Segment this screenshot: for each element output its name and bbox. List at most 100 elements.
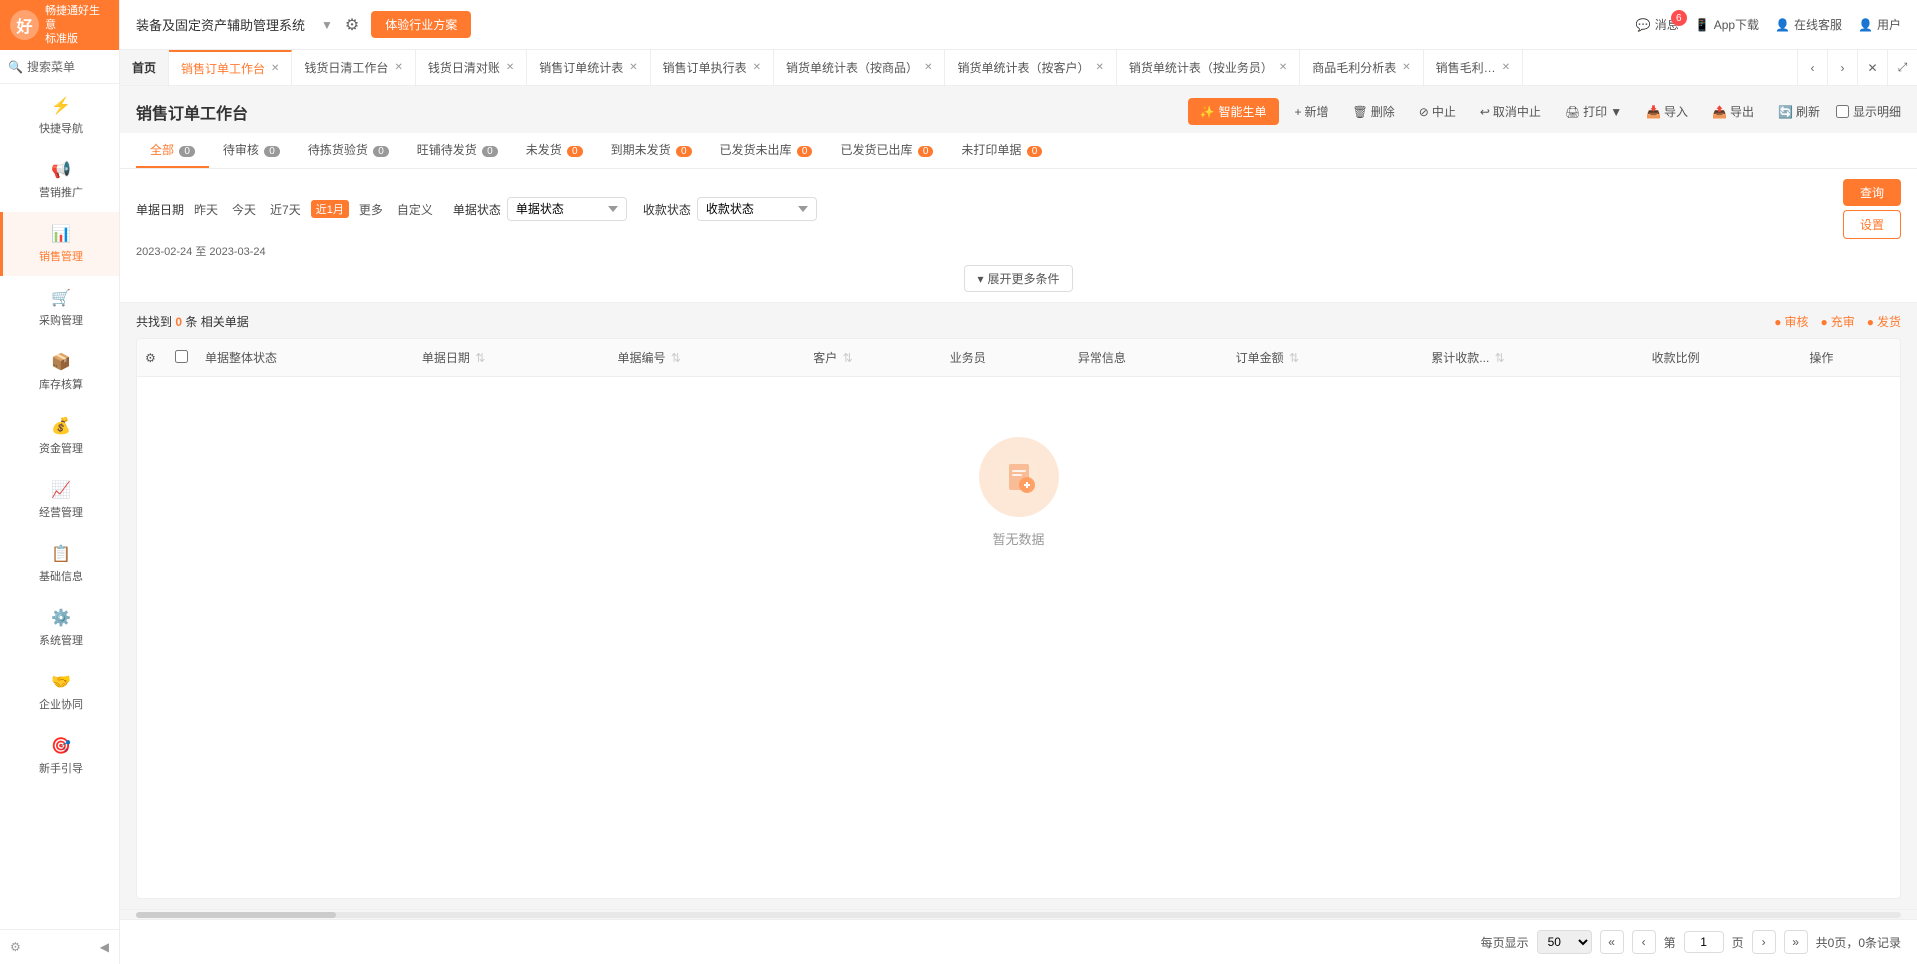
sidebar-item-marketing[interactable]: 📢 营销推广 (0, 148, 119, 212)
message-button[interactable]: 💬 消息 6 (1636, 16, 1679, 33)
subtab-pending-review[interactable]: 待审核 0 (209, 133, 294, 168)
ship-batch-btn[interactable]: ● 发货 (1867, 313, 1901, 330)
tab-sales-exec[interactable]: 销售订单执行表 ✕ (651, 50, 774, 86)
stop-button[interactable]: ⊘ 中止 (1411, 99, 1464, 124)
message-icon: 💬 (1636, 18, 1651, 32)
sidebar-item-sales[interactable]: 📊 销售管理 (0, 212, 119, 276)
tab-scroll-right[interactable]: › (1827, 50, 1857, 86)
per-page-select[interactable]: 50 10 20 100 (1537, 930, 1592, 954)
sidebar-item-quick[interactable]: ⚡ 快捷导航 (0, 84, 119, 148)
th-amount[interactable]: 订单金额 ⇅ (1228, 339, 1424, 377)
sidebar-item-inventory[interactable]: 📦 库存核算 (0, 340, 119, 404)
add-button[interactable]: + 新增 (1287, 99, 1337, 124)
print-button[interactable]: 🖨 打印 ▼ (1557, 99, 1630, 124)
tab-scroll-left[interactable]: ‹ (1797, 50, 1827, 86)
next-page-button[interactable]: › (1752, 930, 1776, 954)
tab-sales-by-product[interactable]: 销货单统计表（按商品） ✕ (774, 50, 945, 86)
tab-close-icon[interactable]: ✕ (506, 62, 514, 73)
subtab-not-printed[interactable]: 未打印单据 0 (947, 133, 1056, 168)
sidebar-item-finance[interactable]: 💰 资金管理 (0, 404, 119, 468)
collapse-icon[interactable]: ◀ (100, 940, 109, 954)
select-all-checkbox[interactable] (175, 350, 188, 363)
industry-solution-button[interactable]: 体验行业方案 (371, 11, 471, 38)
sidebar-search[interactable]: 🔍 搜索菜单 (0, 50, 119, 84)
import-button[interactable]: 📥 导入 (1638, 99, 1696, 124)
smart-create-button[interactable]: ✨ 智能生单 (1188, 98, 1279, 125)
tab-expand[interactable]: ⤢ (1887, 50, 1917, 86)
sidebar-item-enterprise[interactable]: 🤝 企业协同 (0, 660, 119, 724)
tab-close-all[interactable]: ✕ (1857, 50, 1887, 86)
review-batch-btn[interactable]: ● 审核 (1774, 313, 1808, 330)
payment-filter: 收款状态 收款状态 (643, 197, 817, 221)
gear-icon[interactable]: ⚙ (145, 351, 156, 365)
tab-home[interactable]: 首页 (120, 50, 169, 86)
delete-button[interactable]: 🗑 删除 (1345, 99, 1403, 124)
sidebar-item-operation[interactable]: 📈 经营管理 (0, 468, 119, 532)
last-page-button[interactable]: » (1784, 930, 1808, 954)
scrollbar-thumb[interactable] (136, 912, 336, 918)
th-customer[interactable]: 客户 ⇅ (805, 339, 942, 377)
date-option-1month[interactable]: 近1月 (311, 200, 349, 218)
th-number[interactable]: 单据编号 ⇅ (610, 339, 806, 377)
cancel-stop-button[interactable]: ↩ 取消中止 (1472, 99, 1549, 124)
horizontal-scrollbar[interactable] (120, 909, 1917, 919)
date-option-more[interactable]: 更多 (355, 199, 387, 220)
sidebar-item-basic[interactable]: 📋 基础信息 (0, 532, 119, 596)
settings-icon[interactable]: ⚙ (10, 940, 21, 954)
sidebar-item-purchase[interactable]: 🛒 采购管理 (0, 276, 119, 340)
th-received[interactable]: 累计收款... ⇅ (1423, 339, 1643, 377)
date-option-yesterday[interactable]: 昨天 (190, 199, 222, 220)
online-service-button[interactable]: 👤 在线客服 (1775, 16, 1842, 33)
date-option-7days[interactable]: 近7天 (266, 199, 305, 220)
th-date[interactable]: 单据日期 ⇅ (414, 339, 610, 377)
tab-close-icon[interactable]: ✕ (753, 62, 761, 73)
tab-sales-by-customer[interactable]: 销货单统计表（按客户） ✕ (945, 50, 1116, 86)
scrollbar-track (136, 912, 1901, 918)
prev-page-button[interactable]: ‹ (1632, 930, 1656, 954)
subtab-shipped-out[interactable]: 已发货已出库 0 (826, 133, 947, 168)
sidebar-item-system[interactable]: ⚙️ 系统管理 (0, 596, 119, 660)
sidebar-item-guide[interactable]: 🎯 新手引导 (0, 724, 119, 788)
tab-sales-by-staff[interactable]: 销货单统计表（按业务员） ✕ (1117, 50, 1300, 86)
tab-close-icon[interactable]: ✕ (1402, 62, 1410, 73)
tab-close-icon[interactable]: ✕ (394, 62, 402, 73)
unreviewed-batch-btn[interactable]: ● 充审 (1820, 313, 1854, 330)
show-detail-checkbox[interactable]: 显示明细 (1836, 103, 1901, 120)
show-detail-input[interactable] (1836, 105, 1849, 118)
tab-sales-gross[interactable]: 销售毛利… ✕ (1424, 50, 1523, 86)
tab-sales-workbench[interactable]: 销售订单工作台 ✕ (169, 50, 292, 86)
subtab-shipped-not-out[interactable]: 已发货未出库 0 (706, 133, 827, 168)
tab-gross-margin[interactable]: 商品毛利分析表 ✕ (1300, 50, 1423, 86)
user-menu-button[interactable]: 👤 用户 (1858, 16, 1901, 33)
date-option-custom[interactable]: 自定义 (393, 199, 437, 220)
page-input[interactable] (1684, 931, 1724, 953)
page-header: 销售订单工作台 ✨ 智能生单 + 新增 🗑 删除 ⊘ 中止 (120, 86, 1917, 133)
subtab-all[interactable]: 全部 0 (136, 133, 209, 168)
first-page-button[interactable]: « (1600, 930, 1624, 954)
refresh-button[interactable]: 🔄 刷新 (1770, 99, 1828, 124)
tab-cash-reconcile[interactable]: 钱货日清对账 ✕ (416, 50, 527, 86)
topbar-settings-icon[interactable]: ⚙ (345, 15, 359, 35)
tab-close-icon[interactable]: ✕ (924, 62, 932, 73)
query-button[interactable]: 查询 (1843, 179, 1901, 206)
tab-close-icon[interactable]: ✕ (1095, 62, 1103, 73)
tab-close-icon[interactable]: ✕ (629, 62, 637, 73)
subtab-wangpu-ship[interactable]: 旺铺待发货 0 (403, 133, 512, 168)
expand-button[interactable]: ▾ 展开更多条件 (964, 265, 1072, 292)
export-button[interactable]: 📤 导出 (1704, 99, 1762, 124)
tab-close-icon[interactable]: ✕ (1279, 62, 1287, 73)
set-button[interactable]: 设置 (1843, 210, 1901, 239)
subtab-overdue-not-shipped[interactable]: 到期未发货 0 (597, 133, 706, 168)
sidebar-item-label: 采购管理 (39, 312, 83, 328)
subtab-pending-inspect[interactable]: 待拣货验货 0 (294, 133, 403, 168)
status-select[interactable]: 单据状态 (507, 197, 627, 221)
topbar-dropdown-icon[interactable]: ▼ (321, 18, 333, 32)
payment-select[interactable]: 收款状态 (697, 197, 817, 221)
tab-sales-stats[interactable]: 销售订单统计表 ✕ (527, 50, 650, 86)
date-option-today[interactable]: 今天 (228, 199, 260, 220)
tab-cash-daily[interactable]: 钱货日清工作台 ✕ (292, 50, 415, 86)
tab-close-icon[interactable]: ✕ (271, 63, 279, 74)
tab-close-icon[interactable]: ✕ (1502, 62, 1510, 73)
subtab-not-shipped[interactable]: 未发货 0 (512, 133, 597, 168)
app-download-button[interactable]: 📱 App下载 (1695, 16, 1759, 33)
